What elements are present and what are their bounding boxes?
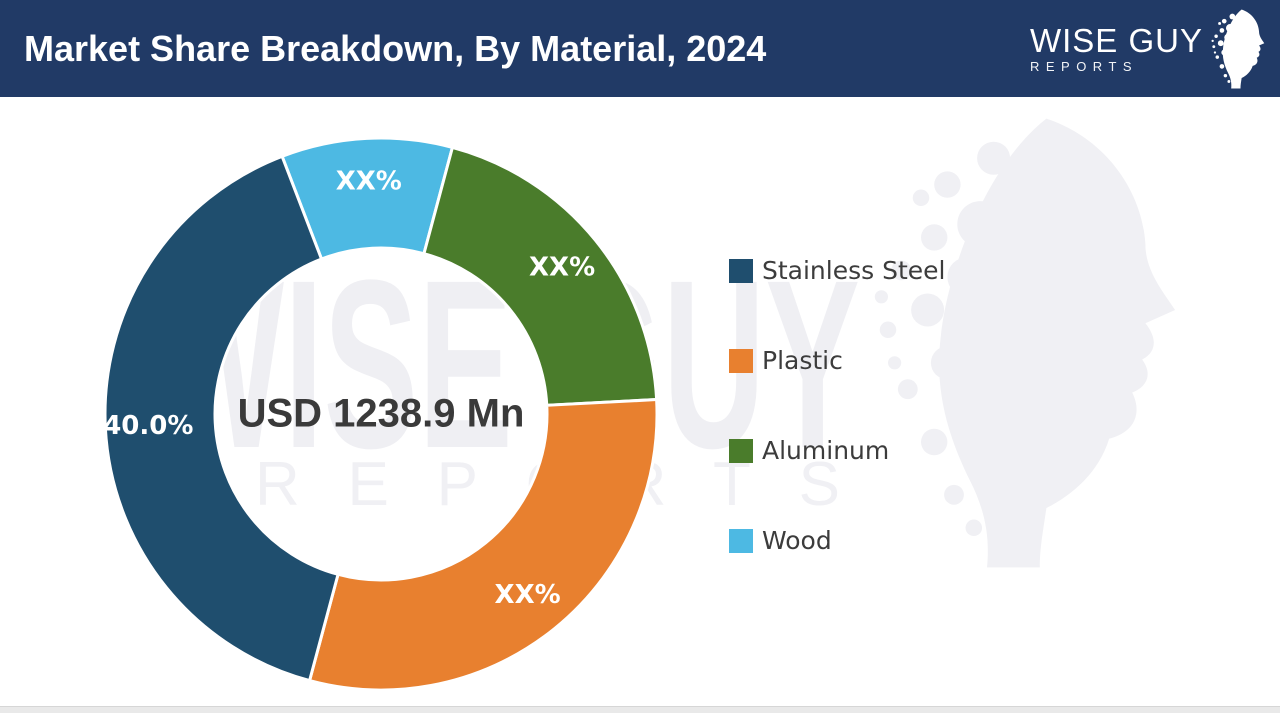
legend-label: Plastic [762, 346, 843, 375]
segment-percentage-label: XX% [529, 252, 595, 282]
chart-area: WISE GUY REPORTS XX%XX%XX%40.0% USD 1238… [0, 97, 1280, 713]
legend-swatch [729, 349, 753, 373]
legend-item-plastic: Plastic [729, 348, 945, 374]
segment-percentage-label: 40.0% [103, 411, 193, 441]
legend-swatch [729, 259, 753, 283]
face-profile-icon [1211, 9, 1265, 88]
legend-item-aluminum: Aluminum [729, 438, 945, 464]
legend-item-wood: Wood [729, 528, 945, 554]
page-title: Market Share Breakdown, By Material, 202… [24, 27, 767, 69]
header: Market Share Breakdown, By Material, 202… [0, 0, 1280, 97]
segment-percentage-label: XX% [495, 580, 561, 610]
legend-label: Wood [762, 526, 832, 555]
chart-legend: Stainless Steel Plastic Aluminum Wood [729, 258, 945, 554]
legend-swatch [729, 439, 753, 463]
chart-center-value: USD 1238.9 Mn [237, 391, 525, 436]
segment-percentage-label: XX% [336, 166, 402, 196]
logo-name: WISE GUY [1029, 21, 1203, 59]
legend-label: Stainless Steel [762, 256, 946, 285]
logo-subtitle: REPORTS [1029, 58, 1139, 74]
legend-item-stainless-steel: Stainless Steel [729, 258, 945, 284]
donut-chart: XX% XX% XX% 40.0% [103, 136, 659, 692]
legend-swatch [729, 529, 753, 553]
legend-label: Aluminum [762, 436, 890, 465]
logo-text: WISE GUY REPORTS [1029, 21, 1203, 74]
wiseguy-logo: WISE GUY REPORTS [1030, 8, 1266, 90]
donut-segment-plastic [307, 397, 659, 692]
